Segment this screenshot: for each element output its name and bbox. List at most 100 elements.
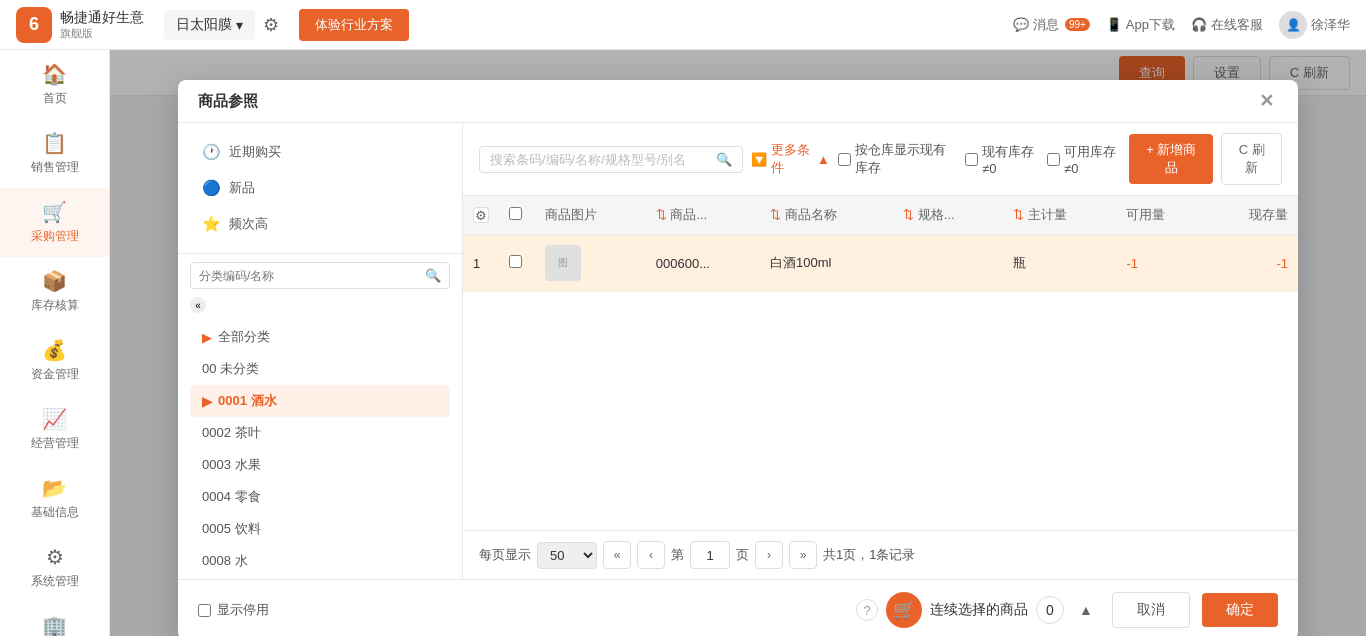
cart-icon[interactable]: 🛒 [886, 592, 922, 628]
filter-icon: 🔽 [751, 152, 767, 167]
dialog-footer: 显示停用 ? 🛒 连续选择的商品 0 ▲ 取消 确定 [178, 579, 1298, 636]
sidebar-item-enterprise[interactable]: 🏢 企业协同 [0, 602, 109, 636]
sidebar-item-operation[interactable]: 📈 经营管理 [0, 395, 109, 464]
settings-icon[interactable]: ⚙ [255, 9, 287, 41]
trial-button[interactable]: 体验行业方案 [299, 9, 409, 41]
page-last-button[interactable]: » [789, 541, 817, 569]
row-checkbox[interactable] [509, 255, 522, 268]
sidebar-item-basic[interactable]: 📂 基础信息 [0, 464, 109, 533]
page-size-select[interactable]: 50 100 200 [537, 542, 597, 569]
col-available: 可用量 [1116, 196, 1207, 235]
pagination: 每页显示 50 100 200 « ‹ 第 页 › [463, 530, 1298, 579]
col-spec[interactable]: ⇅ 规格... [893, 196, 1003, 235]
dialog-title: 商品参照 [198, 92, 258, 111]
basic-icon: 📂 [42, 476, 67, 500]
nav-right: 💬 消息 99+ 📱 App下载 🎧 在线客服 👤 徐泽华 [1013, 11, 1350, 39]
top-nav: 6 畅捷通好生意 旗舰版 日太阳膜 ▾ ⚙ 体验行业方案 💬 消息 99+ 📱 … [0, 0, 1366, 50]
product-available: -1 [1116, 235, 1207, 292]
page-first-button[interactable]: « [603, 541, 631, 569]
search-icon[interactable]: 🔍 [716, 152, 732, 167]
sort-icon-spec: ⇅ [903, 207, 914, 222]
confirm-button[interactable]: 确定 [1202, 593, 1278, 627]
category-search-icon: 🔍 [425, 268, 441, 283]
product-code: 000600... [646, 235, 760, 292]
sidebar-item-finance[interactable]: 💰 资金管理 [0, 326, 109, 395]
show-disabled-checkbox[interactable]: 显示停用 [198, 601, 269, 619]
col-code[interactable]: ⇅ 商品... [646, 196, 760, 235]
nav-item-frequent[interactable]: ⭐ 频次高 [190, 207, 450, 241]
notifications-button[interactable]: 💬 消息 99+ [1013, 16, 1090, 34]
sidebar-item-inventory[interactable]: 📦 库存核算 [0, 257, 109, 326]
cart-collapse-button[interactable]: ▲ [1072, 596, 1100, 624]
notif-badge: 99+ [1065, 18, 1090, 31]
product-thumbnail: 图 [545, 245, 581, 281]
nav-item-recent[interactable]: 🕐 近期购买 [190, 135, 450, 169]
nonzero-stock-checkbox[interactable]: 现有库存≠0 [965, 143, 1039, 176]
online-service-button[interactable]: 🎧 在线客服 [1191, 16, 1263, 34]
category-search-input[interactable] [199, 269, 421, 283]
footer-cart: ? 🛒 连续选择的商品 0 ▲ [856, 592, 1100, 628]
purchase-icon: 🛒 [42, 200, 67, 224]
left-panel-nav: 🕐 近期购买 🔵 新品 ⭐ 频次高 [178, 135, 462, 254]
product-table: ⚙ 商品图片 [463, 196, 1298, 292]
collapse-nav-button[interactable]: « [190, 297, 206, 313]
right-panel: 🔍 🔽 更多条件 ▲ 按仓库显示现有库存 [463, 123, 1298, 579]
sidebar-item-sales[interactable]: 📋 销售管理 [0, 119, 109, 188]
category-expand-icon: ▶ [202, 330, 212, 345]
headset-icon: 🎧 [1191, 17, 1207, 32]
left-panel: 🕐 近期购买 🔵 新品 ⭐ 频次高 [178, 123, 463, 579]
dialog-close-button[interactable]: ✕ [1254, 89, 1278, 113]
sort-icon-code: ⇅ [656, 207, 667, 222]
sidebar-item-purchase[interactable]: 🛒 采购管理 [0, 188, 109, 257]
cart-label: 连续选择的商品 [930, 601, 1028, 619]
user-profile[interactable]: 👤 徐泽华 [1279, 11, 1350, 39]
logo-text: 畅捷通好生意 [60, 8, 144, 26]
add-product-button[interactable]: + 新增商品 [1129, 134, 1213, 184]
operation-icon: 📈 [42, 407, 67, 431]
inventory-icon: 📦 [42, 269, 67, 293]
category-item-0008[interactable]: 0008 水 [190, 545, 450, 567]
table-row[interactable]: 1 图 000600... 白酒100ml 瓶 [463, 235, 1298, 292]
select-all-checkbox[interactable] [509, 207, 522, 220]
filter-up-icon: ▲ [817, 152, 830, 167]
toolbar: 🔍 🔽 更多条件 ▲ 按仓库显示现有库存 [463, 123, 1298, 196]
settings-col-icon[interactable]: ⚙ [473, 207, 489, 223]
category-item-0005[interactable]: 0005 饮料 [190, 513, 450, 545]
page-number-input[interactable] [690, 541, 730, 569]
category-item-00[interactable]: 00 未分类 [190, 353, 450, 385]
bell-icon: 💬 [1013, 17, 1029, 32]
dialog-body: 🕐 近期购买 🔵 新品 ⭐ 频次高 [178, 123, 1298, 579]
home-icon: 🏠 [42, 62, 67, 86]
warehouse-stock-checkbox[interactable]: 按仓库显示现有库存 [838, 141, 957, 177]
category-item-0001[interactable]: ▶ 0001 酒水 [190, 385, 450, 417]
page-next-button[interactable]: › [755, 541, 783, 569]
system-icon: ⚙ [46, 545, 64, 569]
col-name[interactable]: ⇅ 商品名称 [760, 196, 893, 235]
category-item-0002[interactable]: 0002 茶叶 [190, 417, 450, 449]
help-icon[interactable]: ? [856, 599, 878, 621]
star-icon: ⭐ [202, 215, 221, 233]
category-list: ▶ 全部分类 00 未分类 ▶ 0001 酒水 0002 茶 [178, 313, 462, 567]
search-wrap: 🔍 [479, 146, 743, 173]
available-stock-checkbox[interactable]: 可用库存≠0 [1047, 143, 1121, 176]
refresh-dialog-button[interactable]: C 刷新 [1221, 133, 1282, 185]
nav-item-new[interactable]: 🔵 新品 [190, 171, 450, 205]
category-item-0004[interactable]: 0004 零食 [190, 481, 450, 513]
row-index: 1 [463, 235, 499, 292]
filter-button[interactable]: 🔽 更多条件 ▲ [751, 141, 830, 177]
product-search-input[interactable] [490, 152, 710, 167]
sidebar-item-system[interactable]: ⚙ 系统管理 [0, 533, 109, 602]
app-download-button[interactable]: 📱 App下载 [1106, 16, 1175, 34]
page-prev-button[interactable]: ‹ [637, 541, 665, 569]
enterprise-icon: 🏢 [42, 614, 67, 636]
cancel-button[interactable]: 取消 [1112, 592, 1190, 628]
col-unit[interactable]: ⇅ 主计量 [1003, 196, 1116, 235]
dialog-header: 商品参照 ✕ [178, 80, 1298, 123]
sidebar-item-home[interactable]: 🏠 首页 [0, 50, 109, 119]
category-item-all[interactable]: ▶ 全部分类 [190, 321, 450, 353]
category-item-0003[interactable]: 0003 水果 [190, 449, 450, 481]
product-spec [893, 235, 1003, 292]
company-selector[interactable]: 日太阳膜 ▾ [164, 10, 255, 40]
logo-area: 6 畅捷通好生意 旗舰版 [16, 7, 144, 43]
sort-icon-name: ⇅ [770, 207, 781, 222]
